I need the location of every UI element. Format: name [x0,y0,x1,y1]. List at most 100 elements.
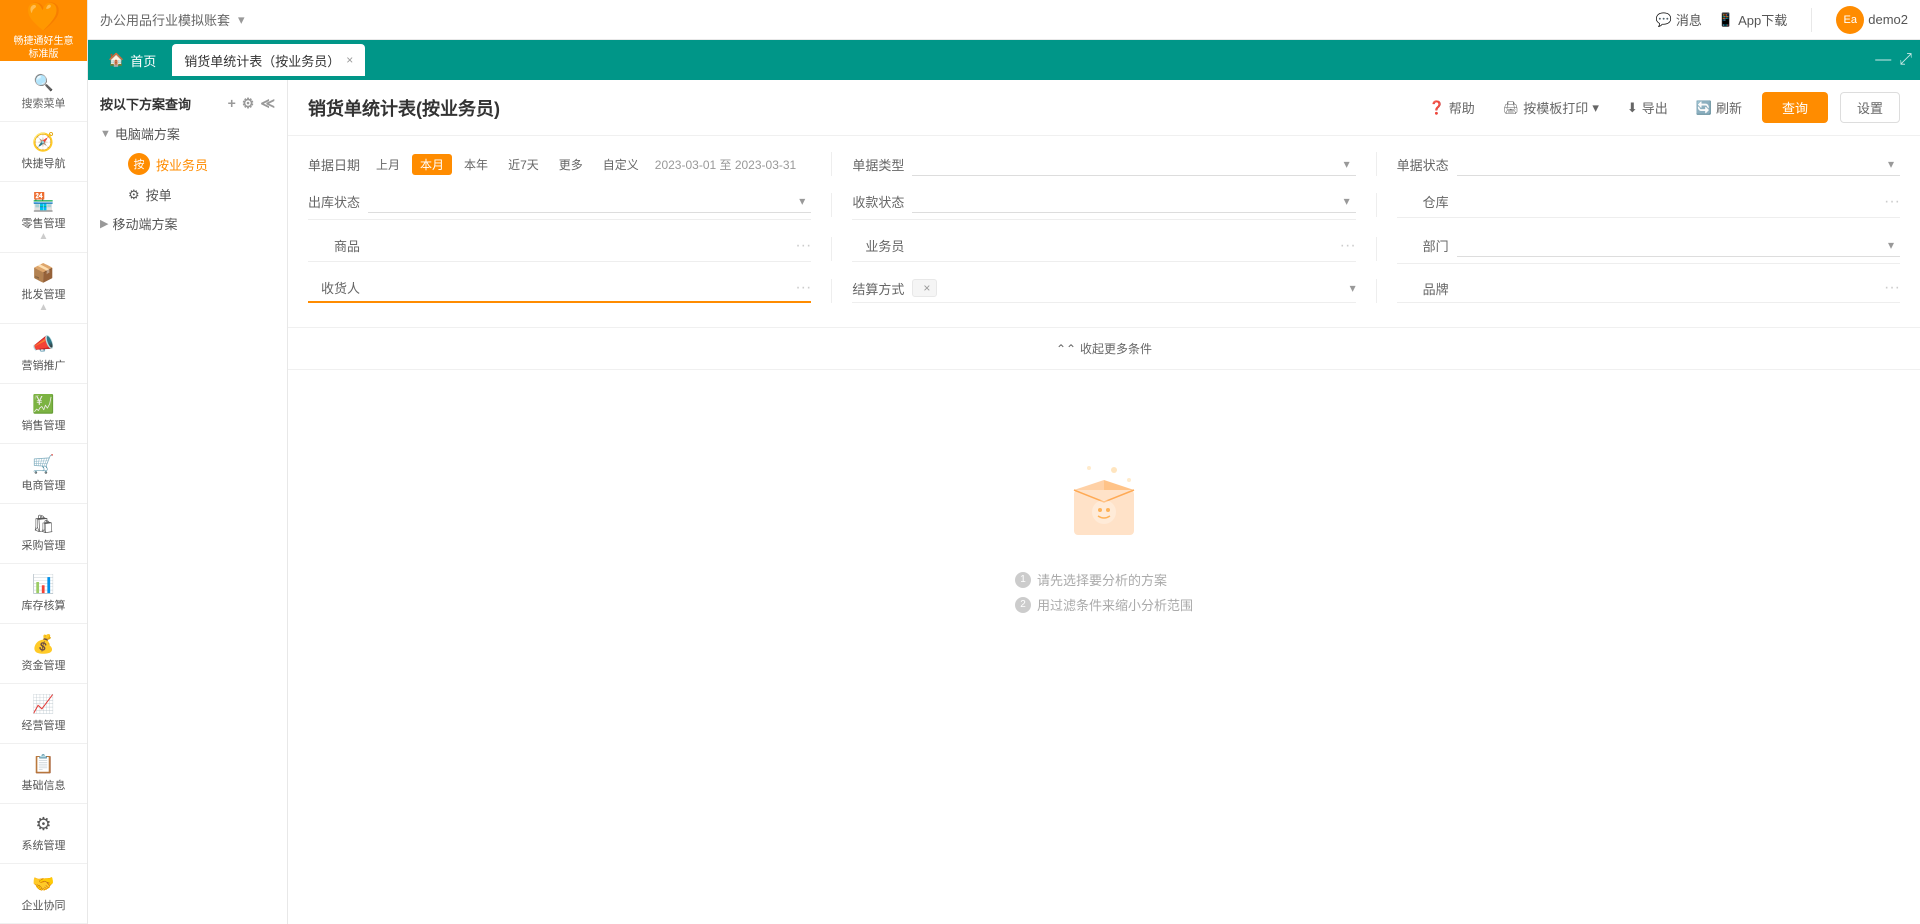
settlement-tag: × [912,279,937,297]
sidebar-item-enterprise[interactable]: 🤝 企业协同 [0,864,87,924]
page: 按以下方案查询 + ⚙ ≪ ▼ 电脑端方案 按 按业务员 ⚙ 按单 [88,80,1920,924]
sidebar-item-search[interactable]: 🔍 搜索菜单 [0,61,87,122]
app-download-button[interactable]: 📱 App下载 [1718,10,1787,29]
breadcrumb-dropdown[interactable]: ▾ [238,12,245,28]
sidebar-item-quick-nav[interactable]: 🧭 快捷导航 [0,122,87,182]
order-scheme-icon: ⚙ [128,187,140,203]
receipt-status-select[interactable]: ▾ [912,190,1355,213]
scheme-settings-button[interactable]: ⚙ [242,95,255,112]
warehouse-input-area[interactable]: ··· [1457,193,1900,211]
sidebar-item-inventory[interactable]: 📊 库存核算 [0,564,87,624]
message-icon: 💬 [1656,12,1672,28]
tab-home[interactable]: 🏠 首页 [96,44,168,76]
sidebar-item-basic[interactable]: 📋 基础信息 [0,744,87,804]
header: 办公用品行业模拟账套 ▾ 💬 消息 📱 App下载 Ea demo2 [88,0,1920,40]
sidebar-item-finance[interactable]: 💰 资金管理 [0,624,87,684]
page-title: 销货单统计表(按业务员) [308,95,500,121]
tip-num-2: 2 [1015,597,1031,613]
date-tab-7days[interactable]: 近7天 [500,154,547,175]
add-scheme-button[interactable]: + [228,95,236,112]
message-button[interactable]: 💬 消息 [1656,10,1702,29]
minimize-button[interactable]: — [1875,51,1891,69]
tab-sales-report[interactable]: 销货单统计表（按业务员） × [172,44,365,76]
filter-doc-status: 单据状态 ▾ [1397,153,1900,176]
empty-tip-2: 2 用过滤条件来缩小分析范围 [1015,595,1193,614]
filter-dept: 部门 ▾ [1397,234,1900,264]
basic-icon: 📋 [32,754,54,775]
panel-header: 按以下方案查询 + ⚙ ≪ [88,88,287,119]
warehouse-dots[interactable]: ··· [1884,193,1900,211]
maximize-button[interactable]: ⤢ [1899,51,1912,69]
tree-sub-item-by-salesperson[interactable]: 按 按业务员 [104,148,287,180]
print-button[interactable]: 🖨 按模板打印 ▾ [1495,94,1607,121]
sidebar-item-system[interactable]: ⚙ 系统管理 [0,804,87,864]
sidebar-item-ecommerce[interactable]: 🛒 电商管理 [0,444,87,504]
col-separator-1 [831,152,832,176]
goods-dots[interactable]: ··· [795,237,811,255]
sidebar-item-purchase[interactable]: 🛍 采购管理 [0,504,87,564]
ecommerce-icon: 🛒 [32,454,54,475]
sidebar-item-retail[interactable]: 🏪 零售管理 ▲ [0,182,87,253]
settlement-tag-close[interactable]: × [923,281,930,295]
date-tab-last-month[interactable]: 上月 [368,154,408,175]
date-tab-more[interactable]: 更多 [551,154,591,175]
header-right: 💬 消息 📱 App下载 Ea demo2 [1656,6,1908,34]
help-button[interactable]: ❓ 帮助 [1421,94,1483,121]
compass-icon: 🧭 [32,132,54,153]
consignee-dots[interactable]: ··· [795,279,811,297]
filter-settlement: 结算方式 × ▾ [852,279,1355,303]
tab-close-icon[interactable]: × [346,53,353,67]
date-range-display: 2023-03-01 至 2023-03-31 [655,156,796,173]
breadcrumb: 办公用品行业模拟账套 [100,10,230,29]
consignee-input-area[interactable]: ··· [368,279,811,297]
collapse-panel-button[interactable]: ≪ [260,95,275,112]
tree-sub-item-by-order[interactable]: ⚙ 按单 [104,180,287,209]
app-logo[interactable]: 🧡 畅捷通好生意 标准版 [0,0,88,61]
doc-type-select[interactable]: ▾ [912,153,1355,176]
export-button[interactable]: ⬇ 导出 [1619,94,1676,121]
sidebar-item-marketing[interactable]: 📣 营销推广 [0,324,87,384]
sidebar-item-wholesale[interactable]: 📦 批发管理 ▲ [0,253,87,324]
collapse-button[interactable]: ⌃⌃ 收起更多条件 [1044,336,1164,361]
warehouse-label: 仓库 [1397,192,1457,211]
col-separator-4 [1376,193,1377,217]
goods-input-area[interactable]: ··· [368,237,811,255]
goods-label: 商品 [308,236,368,255]
date-tab-custom[interactable]: 自定义 [595,154,647,175]
sidebar-item-operations[interactable]: 📈 经营管理 [0,684,87,744]
tree-item-desktop[interactable]: ▼ 电脑端方案 [88,119,287,148]
date-tab-this-month[interactable]: 本月 [412,154,452,175]
brand-input-area[interactable]: ··· [1457,279,1900,297]
user-avatar-button[interactable]: Ea demo2 [1836,6,1908,34]
print-icon: 🖨 [1503,100,1520,116]
filter-warehouse: 仓库 ··· [1397,192,1900,218]
doc-status-select[interactable]: ▾ [1457,153,1900,176]
export-icon: ⬇ [1627,100,1638,116]
dept-chevron: ▾ [1888,238,1894,252]
page-title-bar: 销货单统计表(按业务员) ❓ 帮助 🖨 按模板打印 ▾ ⬇ 导出 [288,80,1920,136]
filter-salesperson: 业务员 ··· [852,236,1355,262]
enterprise-icon: 🤝 [32,874,54,895]
sidebar-item-sales[interactable]: 💹 销售管理 [0,384,87,444]
settlement-chevron[interactable]: ▾ [1350,281,1356,295]
refresh-button[interactable]: 🔄 刷新 [1688,94,1750,121]
print-dropdown-icon[interactable]: ▾ [1592,100,1599,116]
brand-dots[interactable]: ··· [1884,279,1900,297]
query-button[interactable]: 查询 [1762,92,1828,123]
filter-out-status: 出库状态 ▾ [308,190,811,220]
filter-doc-type: 单据类型 ▾ [852,153,1355,176]
tree-item-mobile[interactable]: ▶ 移动端方案 [88,209,287,238]
settings-button[interactable]: 设置 [1840,92,1900,123]
salesperson-input-area[interactable]: ··· [912,237,1355,255]
out-status-select[interactable]: ▾ [368,190,811,213]
sidebar: 🧡 畅捷通好生意 标准版 🔍 搜索菜单 🧭 快捷导航 🏪 零售管理 ▲ 📦 批发… [0,0,88,924]
finance-icon: 💰 [32,634,54,655]
filter-area: 单据日期 上月 本月 本年 近7天 更多 自定义 2023-03-01 至 20… [288,136,1920,328]
out-status-chevron: ▾ [799,194,805,208]
date-filter-label: 单据日期 [308,155,368,174]
tree-mobile-label: 移动端方案 [112,214,177,233]
dept-select[interactable]: ▾ [1457,234,1900,257]
date-tab-this-year[interactable]: 本年 [456,154,496,175]
marketing-icon: 📣 [32,334,54,355]
salesperson-dots[interactable]: ··· [1340,237,1356,255]
